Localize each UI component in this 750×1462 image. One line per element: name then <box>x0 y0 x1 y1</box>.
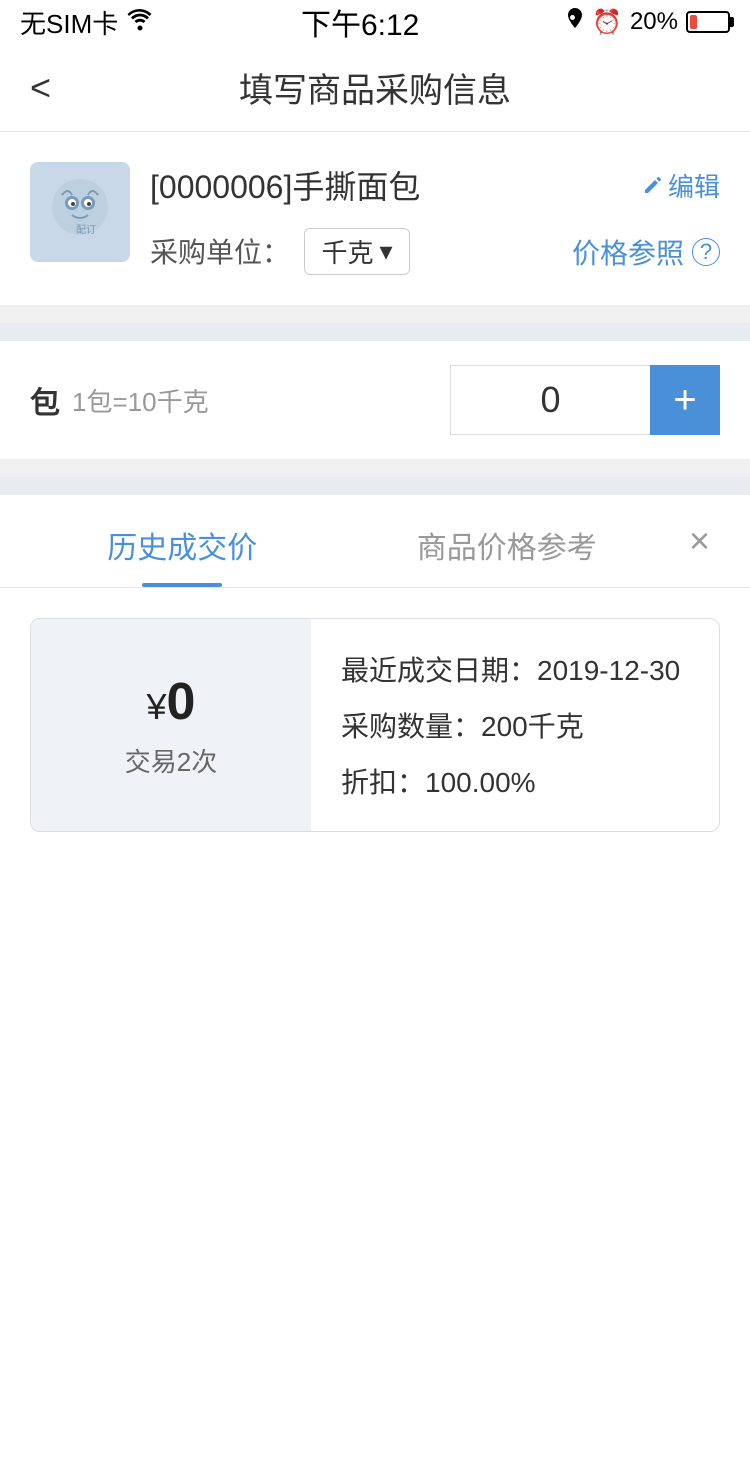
price-ref-label: 价格参照 <box>572 232 684 272</box>
product-image: 配订 <box>30 162 130 262</box>
status-bar: 无SIM卡 下午6:12 ⏰ 20% <box>0 0 750 44</box>
svg-text:配订: 配订 <box>76 224 96 236</box>
unit-icon: 包 <box>30 378 60 422</box>
section-divider-2 <box>0 477 750 495</box>
alarm-icon: ⏰ <box>592 8 622 37</box>
product-name-row: [0000006]手撕面包 编辑 <box>150 162 720 208</box>
quantity-section: 包 1包=10千克 + <box>0 341 750 459</box>
product-logo: 配订 <box>50 177 110 247</box>
product-section: 配订 [0000006]手撕面包 编辑 采购单位： 千克 <box>0 132 750 305</box>
time-display: 下午6:12 <box>301 0 419 44</box>
tab-product-price-ref[interactable]: 商品价格参考 <box>344 495 668 587</box>
unit-select-dropdown[interactable]: 千克 ▾ <box>304 228 409 275</box>
edit-label: 编辑 <box>668 167 720 204</box>
help-icon: ? <box>692 238 720 266</box>
card-price-section: ¥0 交易2次 <box>31 619 311 831</box>
transactions-count: 交易2次 <box>125 742 217 779</box>
edit-button[interactable]: 编辑 <box>642 167 720 204</box>
product-info: [0000006]手撕面包 编辑 采购单位： 千克 ▾ 价格 <box>150 162 720 275</box>
currency-symbol: ¥ <box>147 686 167 727</box>
conversion-text: 1包=10千克 <box>72 382 209 419</box>
price-number: 0 <box>167 673 196 731</box>
card-price-value: ¥0 <box>147 672 196 732</box>
dropdown-arrow-icon: ▾ <box>379 236 392 267</box>
nav-bar: < 填写商品采购信息 <box>0 44 750 132</box>
quantity-plus-button[interactable]: + <box>650 365 720 435</box>
purchase-qty-row: 采购数量：200千克 <box>341 705 689 745</box>
page-title: 填写商品采购信息 <box>239 63 511 112</box>
quantity-input-area: + <box>450 365 720 435</box>
tabs-section: 历史成交价 商品价格参考 × ¥0 交易2次 最近成交日期：2019-12-30… <box>0 495 750 862</box>
product-header: 配订 [0000006]手撕面包 编辑 采购单位： 千克 <box>30 162 720 275</box>
history-card: ¥0 交易2次 最近成交日期：2019-12-30 采购数量：200千克 折扣：… <box>30 618 720 832</box>
battery-icon <box>686 11 730 33</box>
product-unit-row: 采购单位： 千克 ▾ 价格参照 ? <box>150 228 720 275</box>
discount-label: 折扣： <box>341 767 425 798</box>
carrier-text: 无SIM卡 <box>20 4 118 41</box>
tab-history-price[interactable]: 历史成交价 <box>20 495 344 587</box>
section-divider <box>0 323 750 341</box>
status-right: ⏰ 20% <box>566 8 730 37</box>
discount-row: 折扣：100.00% <box>341 761 689 801</box>
quantity-input[interactable] <box>450 365 650 435</box>
tabs-header: 历史成交价 商品价格参考 × <box>0 495 750 588</box>
product-name: [0000006]手撕面包 <box>150 162 420 208</box>
tabs-close-button[interactable]: × <box>669 500 730 582</box>
location-icon <box>566 8 584 37</box>
unit-selector: 采购单位： 千克 ▾ <box>150 228 410 275</box>
battery-percent: 20% <box>630 8 678 36</box>
recent-date-value: 2019-12-30 <box>537 655 680 686</box>
price-ref-button[interactable]: 价格参照 ? <box>572 232 720 272</box>
unit-label: 采购单位： <box>150 237 290 268</box>
purchase-qty-value: 200千克 <box>481 711 584 742</box>
unit-value: 千克 <box>321 233 373 270</box>
history-content: ¥0 交易2次 最近成交日期：2019-12-30 采购数量：200千克 折扣：… <box>0 588 750 862</box>
recent-date-label: 最近成交日期： <box>341 655 537 686</box>
discount-value: 100.00% <box>425 767 536 798</box>
wifi-icon <box>126 7 154 38</box>
recent-date-row: 最近成交日期：2019-12-30 <box>341 649 689 689</box>
bottom-area <box>0 862 750 1462</box>
quantity-unit: 包 1包=10千克 <box>30 378 209 422</box>
back-button[interactable]: < <box>30 67 51 109</box>
status-left: 无SIM卡 <box>20 4 154 41</box>
purchase-qty-label: 采购数量： <box>341 711 481 742</box>
card-details-section: 最近成交日期：2019-12-30 采购数量：200千克 折扣：100.00% <box>311 619 719 831</box>
